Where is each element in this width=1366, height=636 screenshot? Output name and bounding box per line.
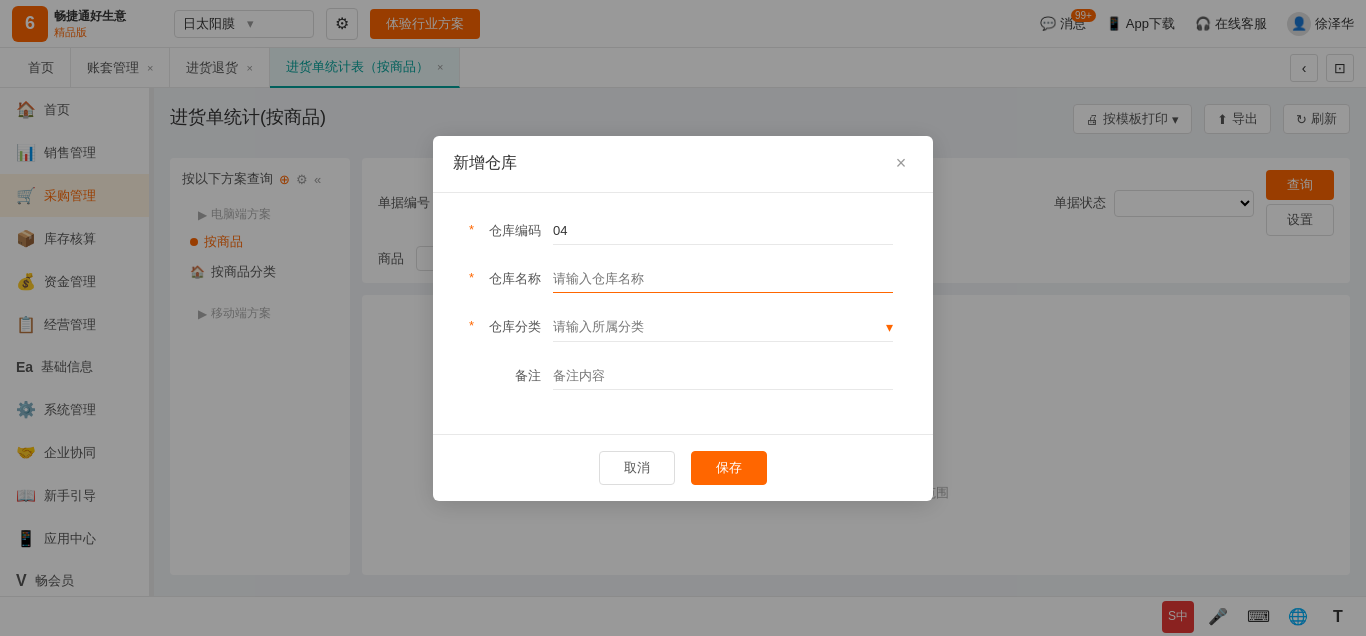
remark-label: 备注 <box>473 367 553 385</box>
category-select-wrap: ▾ <box>553 313 893 342</box>
modal-footer: 取消 保存 <box>433 434 933 501</box>
modal-title: 新增仓库 <box>453 153 517 174</box>
remark-input[interactable] <box>553 362 893 390</box>
save-button[interactable]: 保存 <box>691 451 767 485</box>
form-row-name: 仓库名称 <box>473 265 893 293</box>
name-input-wrap <box>553 265 893 293</box>
code-label: 仓库编码 <box>473 222 553 240</box>
form-row-remark: 备注 <box>473 362 893 390</box>
code-input-wrap <box>553 217 893 245</box>
name-label: 仓库名称 <box>473 270 553 288</box>
form-row-code: 仓库编码 <box>473 217 893 245</box>
category-chevron-icon: ▾ <box>886 319 893 335</box>
code-input[interactable] <box>553 217 893 245</box>
modal-new-warehouse: 新增仓库 × 仓库编码 仓库名称 仓库分类 <box>433 136 933 501</box>
modal-overlay: 新增仓库 × 仓库编码 仓库名称 仓库分类 <box>0 0 1366 636</box>
cancel-button[interactable]: 取消 <box>599 451 675 485</box>
modal-header: 新增仓库 × <box>433 136 933 193</box>
name-input[interactable] <box>553 265 893 293</box>
remark-input-wrap <box>553 362 893 390</box>
category-label: 仓库分类 <box>473 318 553 336</box>
category-input[interactable] <box>553 319 886 334</box>
modal-body: 仓库编码 仓库名称 仓库分类 ▾ <box>433 193 933 434</box>
modal-close-button[interactable]: × <box>889 152 913 176</box>
form-row-category: 仓库分类 ▾ <box>473 313 893 342</box>
